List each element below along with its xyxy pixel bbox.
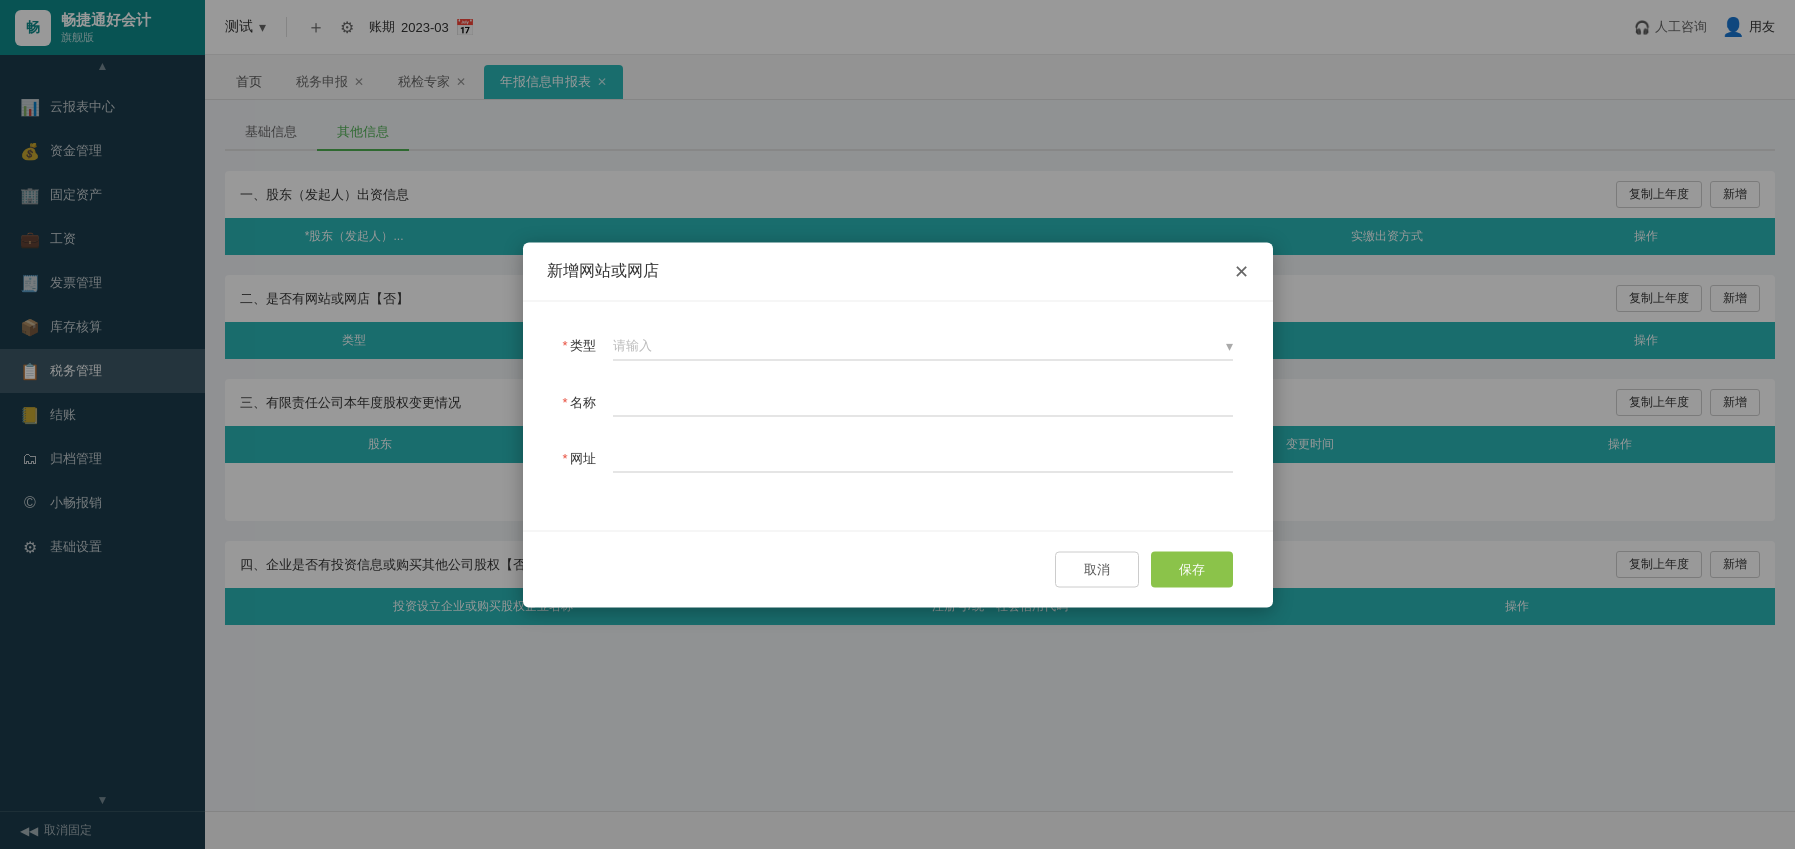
dialog-body: *类型 ▾ *名称 *网址: [523, 301, 1273, 530]
required-star-url: *: [563, 450, 568, 465]
dialog-title: 新增网站或网店: [547, 261, 659, 282]
form-field-url: *网址: [563, 444, 1233, 472]
dialog-header: 新增网站或网店 ✕: [523, 242, 1273, 301]
url-input[interactable]: [613, 450, 1233, 465]
required-star-type: *: [563, 338, 568, 353]
type-dropdown-icon[interactable]: ▾: [1226, 337, 1233, 353]
add-website-dialog: 新增网站或网店 ✕ *类型 ▾ *名称 *网址: [523, 242, 1273, 607]
form-field-type: *类型 ▾: [563, 331, 1233, 360]
required-star-name: *: [563, 394, 568, 409]
form-field-name: *名称: [563, 388, 1233, 416]
form-label-name: *名称: [563, 393, 613, 411]
form-input-wrapper-name: [613, 388, 1233, 416]
form-input-wrapper-url: [613, 444, 1233, 472]
cancel-button[interactable]: 取消: [1055, 551, 1139, 587]
dialog-close-button[interactable]: ✕: [1234, 260, 1249, 282]
form-label-url: *网址: [563, 449, 613, 467]
dialog-footer: 取消 保存: [523, 530, 1273, 607]
type-input[interactable]: [613, 338, 1226, 353]
form-input-wrapper-type: ▾: [613, 331, 1233, 360]
name-input[interactable]: [613, 394, 1233, 409]
form-label-type: *类型: [563, 337, 613, 355]
save-button[interactable]: 保存: [1151, 551, 1233, 587]
